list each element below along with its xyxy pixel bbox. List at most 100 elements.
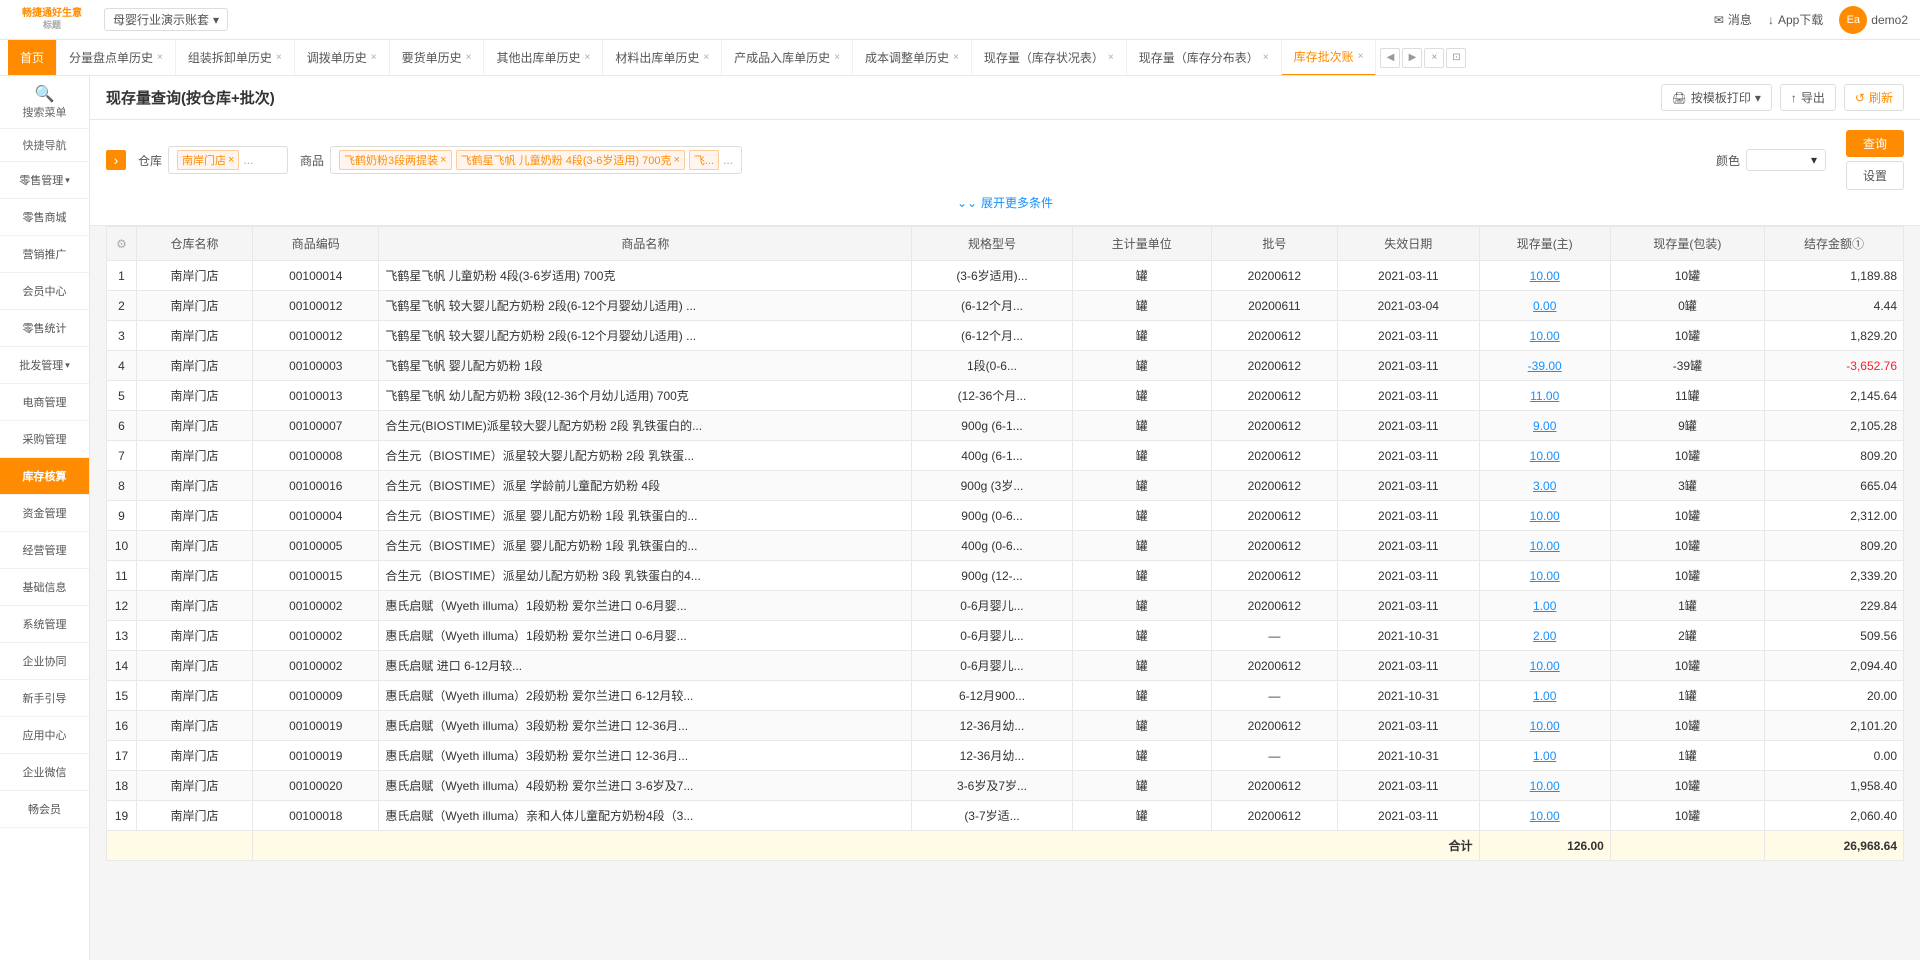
query-button[interactable]: 查询 [1846,130,1904,157]
cell-batch: 20200612 [1211,321,1337,351]
cell-code: 00100013 [253,381,379,411]
settings-button[interactable]: 设置 [1846,161,1904,190]
tab-stock-dist[interactable]: 现存量（库存分布表） × [1127,40,1282,76]
sidebar-apps-label: 应用中心 [23,730,67,742]
cell-qty-main[interactable]: 11.00 [1479,381,1610,411]
print-button[interactable]: 🖨 按模板打印 ▾ [1661,84,1772,111]
sidebar-item-member[interactable]: 会员中心 [0,273,89,310]
cell-qty-main[interactable]: 10.00 [1479,441,1610,471]
refresh-button[interactable]: ↺ 刷新 [1844,84,1904,111]
cell-spec: 0-6月婴儿... [912,591,1073,621]
goods-tag-box[interactable]: 飞鹤奶粉3段两提装 × 飞鹤星飞帆 儿童奶粉 4段(3-6岁适用) 700克 ×… [330,146,742,174]
cell-expire: 2021-10-31 [1338,741,1480,771]
tab-product-in-close[interactable]: × [834,52,840,63]
sidebar-item-finance[interactable]: 资金管理 [0,495,89,532]
cell-unit: 罐 [1072,741,1211,771]
cell-qty-main[interactable]: 10.00 [1479,801,1610,831]
tab-order[interactable]: 要货单历史 × [390,40,485,76]
tab-material-out-close[interactable]: × [703,52,709,63]
sidebar-item-marketing[interactable]: 营销推广 [0,236,89,273]
cell-unit: 罐 [1072,681,1211,711]
tab-split[interactable]: 分量盘点单历史 × [57,40,176,76]
sidebar-item-ecommerce[interactable]: 电商管理 [0,384,89,421]
expand-filter-btn[interactable]: › [106,150,126,170]
cell-qty-pack: 2罐 [1610,621,1764,651]
message-btn[interactable]: ✉ 消息 [1714,11,1752,28]
goods-tag-1-close[interactable]: × [673,154,679,166]
nav-left-btn[interactable]: ◀ [1380,48,1400,68]
sidebar-item-apps[interactable]: 应用中心 [0,717,89,754]
sidebar-item-system[interactable]: 系统管理 [0,606,89,643]
tab-product-in[interactable]: 产成品入库单历史 × [722,40,853,76]
cell-qty-main[interactable]: 1.00 [1479,591,1610,621]
tab-mix-close[interactable]: × [371,52,377,63]
cell-qty-main[interactable]: 10.00 [1479,651,1610,681]
cell-qty-main[interactable]: 9.00 [1479,411,1610,441]
sidebar-item-wechat[interactable]: 企业微信 [0,754,89,791]
tab-other-out[interactable]: 其他出库单历史 × [484,40,603,76]
nav-right-btn[interactable]: ▶ [1402,48,1422,68]
tab-batch-ledger-close[interactable]: × [1358,51,1364,62]
sidebar-item-retail-stats[interactable]: 零售统计 [0,310,89,347]
sidebar-item-operations[interactable]: 经营管理 [0,532,89,569]
tab-disassemble[interactable]: 组装拆卸单历史 × [176,40,295,76]
sidebar-item-basic[interactable]: 基础信息 [0,569,89,606]
tab-cost-adj[interactable]: 成本调整单历史 × [853,40,972,76]
tab-stock-dist-close[interactable]: × [1263,52,1269,63]
cell-qty-main[interactable]: 1.00 [1479,741,1610,771]
cell-qty-main[interactable]: 10.00 [1479,711,1610,741]
cell-qty-main[interactable]: 10.00 [1479,771,1610,801]
cell-batch: 20200612 [1211,411,1337,441]
sidebar-item-guide[interactable]: 新手引导 [0,680,89,717]
settings-icon[interactable]: ⚙ [116,237,127,251]
cell-spec: 1段(0-6... [912,351,1073,381]
cell-qty-main[interactable]: -39.00 [1479,351,1610,381]
app-download-btn[interactable]: ↓ App下载 [1768,11,1823,28]
cell-qty-main[interactable]: 1.00 [1479,681,1610,711]
cell-spec: 900g (6-1... [912,411,1073,441]
sidebar-item-quick-nav[interactable]: 快捷导航 [0,129,89,162]
expand-more-row[interactable]: ⌄⌄ 展开更多条件 [106,190,1904,215]
sidebar-item-purchase[interactable]: 采购管理 [0,421,89,458]
sidebar-item-wholesale[interactable]: 批发管理 ▾ [0,347,89,384]
cell-amount: 4.44 [1764,291,1903,321]
tab-split-close[interactable]: × [157,52,163,63]
cell-qty-main[interactable]: 10.00 [1479,261,1610,291]
cell-qty-main[interactable]: 10.00 [1479,321,1610,351]
cell-qty-main[interactable]: 10.00 [1479,561,1610,591]
warehouse-tag-close[interactable]: × [228,154,234,166]
tab-cost-adj-close[interactable]: × [953,52,959,63]
goods-tag-0-close[interactable]: × [440,154,446,166]
cell-qty-main[interactable]: 0.00 [1479,291,1610,321]
goods-dots[interactable]: ... [723,153,733,167]
tab-stock-status[interactable]: 现存量（库存状况表） × [972,40,1127,76]
warehouse-dots[interactable]: ... [243,153,253,167]
sidebar-item-retail-shop[interactable]: 零售商城 [0,199,89,236]
warehouse-tag-box[interactable]: 南岸门店 × ... [168,146,288,174]
export-button[interactable]: ↑ 导出 [1780,84,1836,111]
cell-warehouse: 南岸门店 [137,591,253,621]
tab-order-close[interactable]: × [466,52,472,63]
account-selector[interactable]: 母婴行业演示账套 ▾ [104,8,228,31]
cell-qty-main[interactable]: 10.00 [1479,531,1610,561]
nav-close-btn[interactable]: × [1424,48,1444,68]
nav-expand-btn[interactable]: ⊡ [1446,48,1466,68]
sidebar-item-member2[interactable]: 畅会员 [0,791,89,828]
tab-stock-status-close[interactable]: × [1108,52,1114,63]
cell-name: 飞鹤星飞帆 儿童奶粉 4段(3-6岁适用) 700克 [379,261,912,291]
tab-batch-ledger[interactable]: 库存批次账 × [1282,40,1377,76]
sidebar-item-inventory[interactable]: 库存核算 [0,458,89,495]
cell-qty-main[interactable]: 10.00 [1479,501,1610,531]
tab-mix[interactable]: 调拨单历史 × [295,40,390,76]
cell-qty-main[interactable]: 3.00 [1479,471,1610,501]
sidebar-item-enterprise[interactable]: 企业协同 [0,643,89,680]
tab-home[interactable]: 首页 [8,40,57,76]
tab-disassemble-close[interactable]: × [276,52,282,63]
tab-material-out[interactable]: 材料出库单历史 × [603,40,722,76]
sidebar-item-search[interactable]: 🔍 搜索菜单 [0,76,89,129]
cell-qty-main[interactable]: 2.00 [1479,621,1610,651]
sidebar-item-retail[interactable]: 零售管理 ▾ [0,162,89,199]
color-dropdown[interactable]: ▾ [1746,149,1826,171]
tab-other-out-close[interactable]: × [584,52,590,63]
user-avatar-area[interactable]: Ea demo2 [1839,6,1908,34]
